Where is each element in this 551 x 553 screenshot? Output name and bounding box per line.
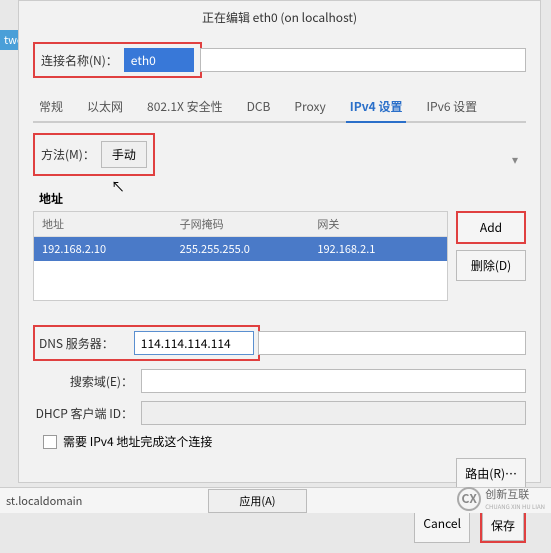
tab-ipv6-settings[interactable]: IPv6 设置 [422, 92, 481, 123]
save-button[interactable]: 保存 [482, 510, 524, 541]
search-domain-label: 搜索域(E)： [33, 373, 133, 390]
chevron-down-icon[interactable]: ▾ [512, 151, 518, 168]
table-row[interactable]: 192.168.2.10 255.255.255.0 192.168.2.1 [34, 237, 447, 261]
cell-gateway: 192.168.2.1 [309, 237, 447, 261]
delete-button[interactable]: 删除(D) [456, 250, 526, 281]
require-ipv4-label: 需要 IPv4 地址完成这个连接 [63, 433, 212, 450]
logo-icon: CX [457, 487, 481, 511]
dialog-title: 正在编辑 eth0 (on localhost) [19, 1, 540, 34]
dhcp-client-id-input [141, 401, 526, 425]
tab-dcb[interactable]: DCB [243, 92, 275, 123]
dns-label: DNS 服务器： [39, 335, 114, 352]
watermark-logo: CX 创新互联 CHUANG XIN HU LIAN [457, 486, 545, 511]
connection-name-label: 连接名称(N)： [41, 52, 118, 69]
column-header-gateway: 网关 [309, 212, 447, 236]
column-header-address: 地址 [34, 212, 172, 236]
method-dropdown[interactable]: 手动 [101, 141, 147, 168]
tab-8021x-security[interactable]: 802.1X 安全性 [143, 92, 227, 123]
dns-input[interactable] [134, 331, 254, 355]
connection-name-ext-input[interactable] [200, 48, 526, 72]
method-label: 方法(M)： [41, 146, 95, 163]
apply-button[interactable]: 应用(A) [208, 489, 306, 513]
search-domain-input[interactable] [141, 369, 526, 393]
tab-general[interactable]: 常规 [35, 92, 67, 123]
add-button[interactable]: Add [456, 211, 526, 244]
logo-text-en: CHUANG XIN HU LIAN [485, 502, 545, 511]
address-table[interactable]: 地址 子网掩码 网关 192.168.2.10 255.255.255.0 19… [33, 211, 448, 301]
cell-netmask: 255.255.255.0 [172, 237, 310, 261]
tab-ethernet[interactable]: 以太网 [83, 92, 127, 123]
tabs-container: 常规 以太网 802.1X 安全性 DCB Proxy IPv4 设置 IPv6… [33, 92, 526, 123]
routes-button[interactable]: 路由(R)… [456, 458, 526, 489]
tab-proxy[interactable]: Proxy [290, 92, 329, 123]
logo-text-cn: 创新互联 [485, 486, 545, 502]
require-ipv4-checkbox[interactable] [43, 435, 57, 449]
dns-ext-input[interactable] [258, 331, 526, 355]
cursor-icon: ↖ [111, 177, 125, 197]
dhcp-client-id-label: DHCP 客户端 ID： [33, 405, 133, 422]
hostname-text: st.localdomain [0, 493, 88, 509]
cell-address: 192.168.2.10 [34, 237, 172, 261]
tab-ipv4-settings[interactable]: IPv4 设置 [346, 92, 407, 123]
cancel-button[interactable]: Cancel [414, 508, 470, 543]
column-header-netmask: 子网掩码 [172, 212, 310, 236]
connection-name-input[interactable] [124, 48, 194, 72]
network-editor-dialog: 正在编辑 eth0 (on localhost) 连接名称(N)： 常规 以太网… [18, 0, 541, 483]
